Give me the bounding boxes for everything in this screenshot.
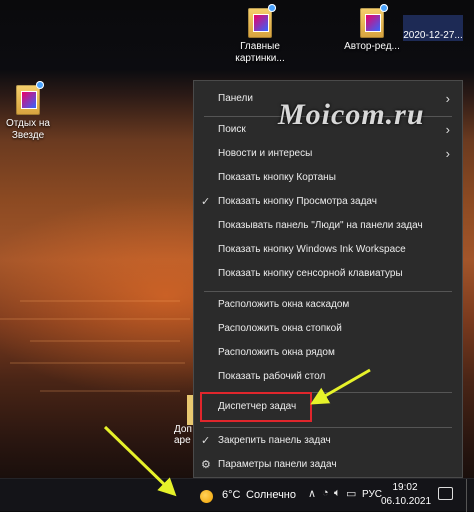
annotation-arrow-to-taskbar: [103, 425, 177, 497]
annotation-arrows: [103, 368, 371, 497]
annotation-arrow-to-task-manager: [310, 368, 371, 405]
